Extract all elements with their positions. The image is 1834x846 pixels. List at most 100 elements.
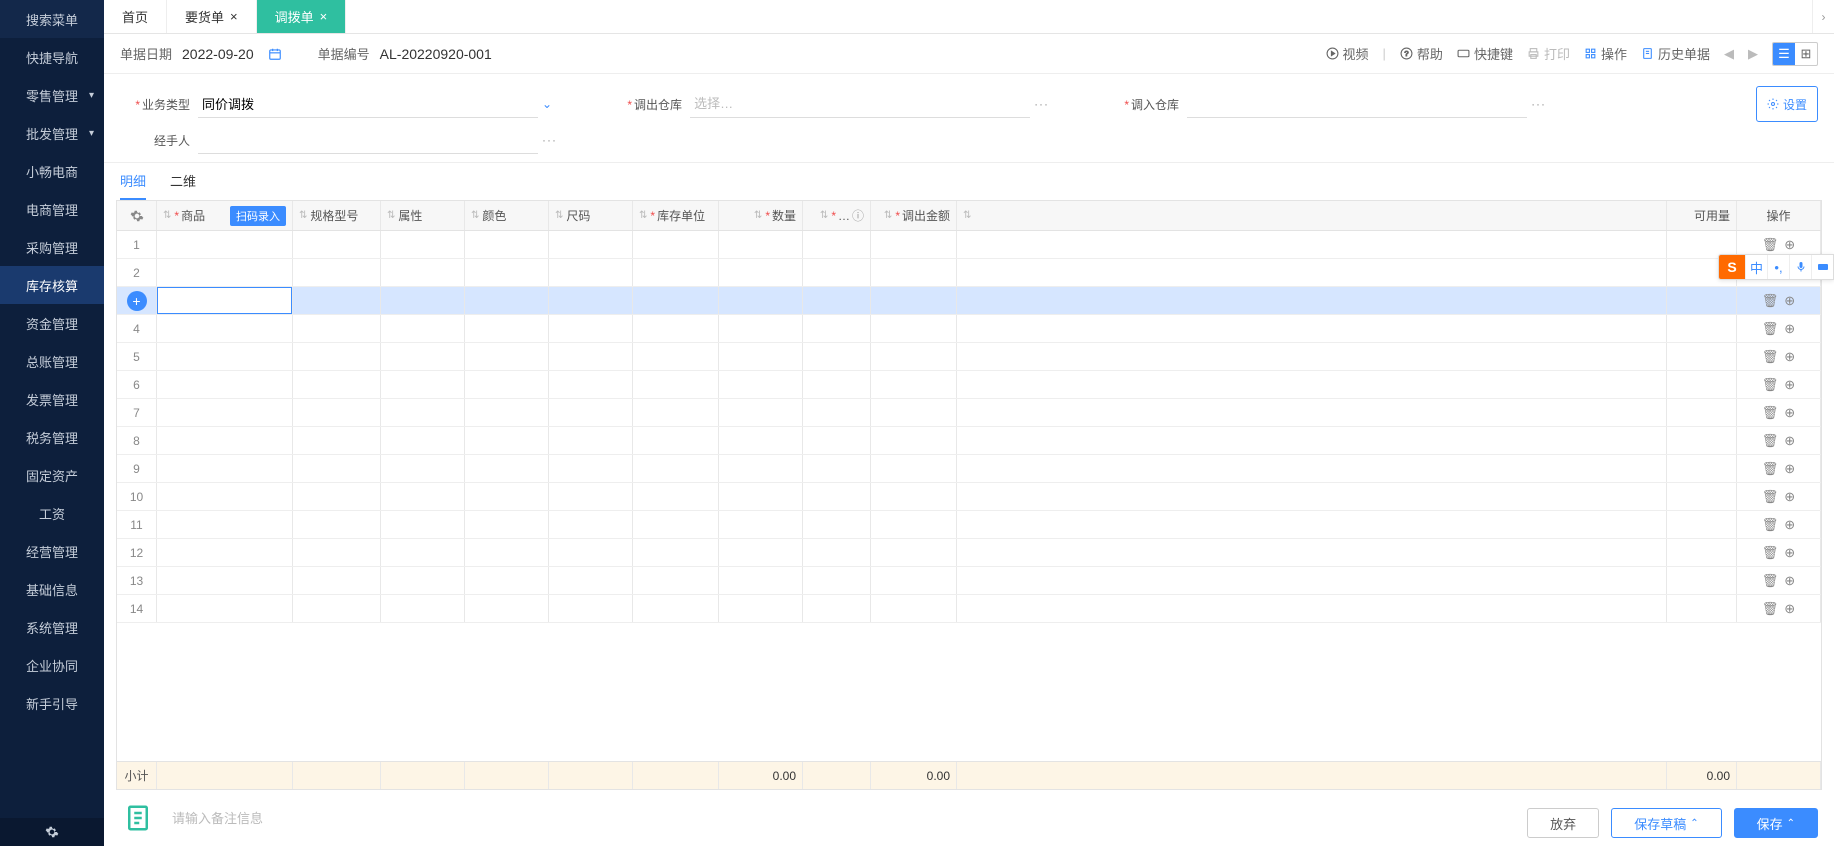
row-insert-icon[interactable]: ⊕ [1784, 517, 1795, 533]
view-list-icon[interactable]: ☰ [1773, 43, 1795, 65]
row-delete-icon[interactable]: 🗑 [1762, 489, 1779, 505]
table-row[interactable]: +🗑⊕ [117, 287, 1821, 315]
sidebar-item-2[interactable]: 零售管理▾ [0, 76, 104, 114]
calendar-icon[interactable] [268, 47, 282, 61]
out-wh-input[interactable] [690, 90, 1030, 118]
help-button[interactable]: ? 帮助 [1400, 44, 1443, 63]
sidebar-item-15[interactable]: 基础信息 [0, 570, 104, 608]
sidebar-item-13[interactable]: 工资 [0, 494, 104, 532]
sidebar-item-0[interactable]: 搜索菜单 [0, 0, 104, 38]
table-row[interactable]: 2🗑⊕ [117, 259, 1821, 287]
product-input[interactable] [157, 287, 292, 314]
row-add-button[interactable]: + [117, 287, 157, 314]
table-row[interactable]: 6🗑⊕ [117, 371, 1821, 399]
shortcuts-button[interactable]: 快捷键 [1457, 44, 1513, 63]
sidebar-settings-icon[interactable] [0, 818, 104, 846]
row-delete-icon[interactable]: 🗑 [1762, 237, 1779, 253]
col-spec[interactable]: ⇅规格型号 [293, 201, 381, 230]
sidebar-item-12[interactable]: 固定资产 [0, 456, 104, 494]
table-row[interactable]: 11🗑⊕ [117, 511, 1821, 539]
col-avail[interactable]: 可用量 [1667, 201, 1737, 230]
sidebar-item-7[interactable]: 库存核算 [0, 266, 104, 304]
row-delete-icon[interactable]: 🗑 [1762, 545, 1779, 561]
table-row[interactable]: 7🗑⊕ [117, 399, 1821, 427]
ime-lang[interactable]: 中 [1745, 254, 1767, 280]
tab-2[interactable]: 调拨单× [257, 0, 347, 33]
sidebar-item-14[interactable]: 经营管理 [0, 532, 104, 570]
handler-lookup-icon[interactable]: ··· [542, 133, 557, 147]
row-delete-icon[interactable]: 🗑 [1762, 349, 1779, 365]
col-product[interactable]: ⇅*商品扫码录入 [157, 201, 293, 230]
row-delete-icon[interactable]: 🗑 [1762, 573, 1779, 589]
ime-keyboard-icon[interactable] [1811, 254, 1833, 280]
in-wh-input[interactable] [1187, 90, 1527, 118]
row-delete-icon[interactable]: 🗑 [1762, 321, 1779, 337]
sidebar-item-6[interactable]: 采购管理 [0, 228, 104, 266]
row-insert-icon[interactable]: ⊕ [1784, 461, 1795, 477]
table-row[interactable]: 1🗑⊕ [117, 231, 1821, 259]
sidebar-item-11[interactable]: 税务管理 [0, 418, 104, 456]
col-color[interactable]: ⇅颜色 [465, 201, 549, 230]
row-insert-icon[interactable]: ⊕ [1784, 573, 1795, 589]
row-delete-icon[interactable]: 🗑 [1762, 433, 1779, 449]
next-doc-icon[interactable]: ▶ [1748, 46, 1758, 62]
sidebar-item-8[interactable]: 资金管理 [0, 304, 104, 342]
col-amount[interactable]: ⇅*调出金额 [871, 201, 957, 230]
subtab-detail[interactable]: 明细 [120, 171, 146, 200]
doc-date-value[interactable]: 2022-09-20 [182, 46, 254, 62]
sidebar-item-4[interactable]: 小畅电商 [0, 152, 104, 190]
sidebar-item-9[interactable]: 总账管理 [0, 342, 104, 380]
table-row[interactable]: 4🗑⊕ [117, 315, 1821, 343]
sidebar-item-18[interactable]: 新手引导 [0, 684, 104, 722]
col-size[interactable]: ⇅尺码 [549, 201, 633, 230]
settings-button[interactable]: 设置 [1756, 86, 1818, 122]
row-insert-icon[interactable]: ⊕ [1784, 377, 1795, 393]
prev-doc-icon[interactable]: ◀ [1724, 46, 1734, 62]
ime-punct-icon[interactable]: •, [1767, 254, 1789, 280]
biz-type-dropdown-icon[interactable]: ⌄ [542, 97, 552, 111]
row-insert-icon[interactable]: ⊕ [1784, 489, 1795, 505]
row-delete-icon[interactable]: 🗑 [1762, 405, 1779, 421]
in-wh-lookup-icon[interactable]: ··· [1531, 97, 1546, 111]
table-row[interactable]: 13🗑⊕ [117, 567, 1821, 595]
sidebar-item-16[interactable]: 系统管理 [0, 608, 104, 646]
save-button[interactable]: 保存⌃ [1734, 808, 1818, 838]
row-insert-icon[interactable]: ⊕ [1784, 349, 1795, 365]
col-attr[interactable]: ⇅属性 [381, 201, 465, 230]
tab-1[interactable]: 要货单× [167, 0, 257, 33]
row-insert-icon[interactable]: ⊕ [1784, 433, 1795, 449]
table-row[interactable]: 12🗑⊕ [117, 539, 1821, 567]
save-draft-button[interactable]: 保存草稿⌃ [1611, 808, 1721, 838]
history-button[interactable]: 历史单据 [1641, 44, 1710, 63]
row-insert-icon[interactable]: ⊕ [1784, 293, 1795, 309]
print-button[interactable]: 打印 [1527, 44, 1570, 63]
subtab-matrix[interactable]: 二维 [170, 171, 196, 200]
row-delete-icon[interactable]: 🗑 [1762, 517, 1779, 533]
row-insert-icon[interactable]: ⊕ [1784, 601, 1795, 617]
row-delete-icon[interactable]: 🗑 [1762, 461, 1779, 477]
col-unit[interactable]: ⇅*库存单位 [633, 201, 719, 230]
out-wh-lookup-icon[interactable]: ··· [1034, 97, 1049, 111]
row-delete-icon[interactable]: 🗑 [1762, 377, 1779, 393]
sidebar-item-17[interactable]: 企业协同 [0, 646, 104, 684]
close-icon[interactable]: × [230, 9, 238, 24]
col-price[interactable]: ⇅*…ⓘ [803, 201, 871, 230]
column-config-icon[interactable] [117, 201, 157, 230]
table-row[interactable]: 14🗑⊕ [117, 595, 1821, 623]
tab-0[interactable]: 首页 [104, 0, 167, 33]
row-insert-icon[interactable]: ⊕ [1784, 237, 1795, 253]
biz-type-input[interactable] [198, 90, 538, 118]
col-qty[interactable]: ⇅*数量 [719, 201, 803, 230]
sidebar-item-10[interactable]: 发票管理 [0, 380, 104, 418]
table-row[interactable]: 5🗑⊕ [117, 343, 1821, 371]
sidebar-item-5[interactable]: 电商管理 [0, 190, 104, 228]
close-icon[interactable]: × [320, 9, 328, 24]
tabs-scroll-right-icon[interactable]: › [1812, 0, 1834, 33]
view-grid-icon[interactable]: ⊞ [1795, 43, 1817, 65]
row-delete-icon[interactable]: 🗑 [1762, 601, 1779, 617]
sidebar-item-3[interactable]: 批发管理▾ [0, 114, 104, 152]
row-insert-icon[interactable]: ⊕ [1784, 321, 1795, 337]
sidebar-item-1[interactable]: 快捷导航 [0, 38, 104, 76]
actions-button[interactable]: 操作 [1584, 44, 1627, 63]
row-insert-icon[interactable]: ⊕ [1784, 545, 1795, 561]
